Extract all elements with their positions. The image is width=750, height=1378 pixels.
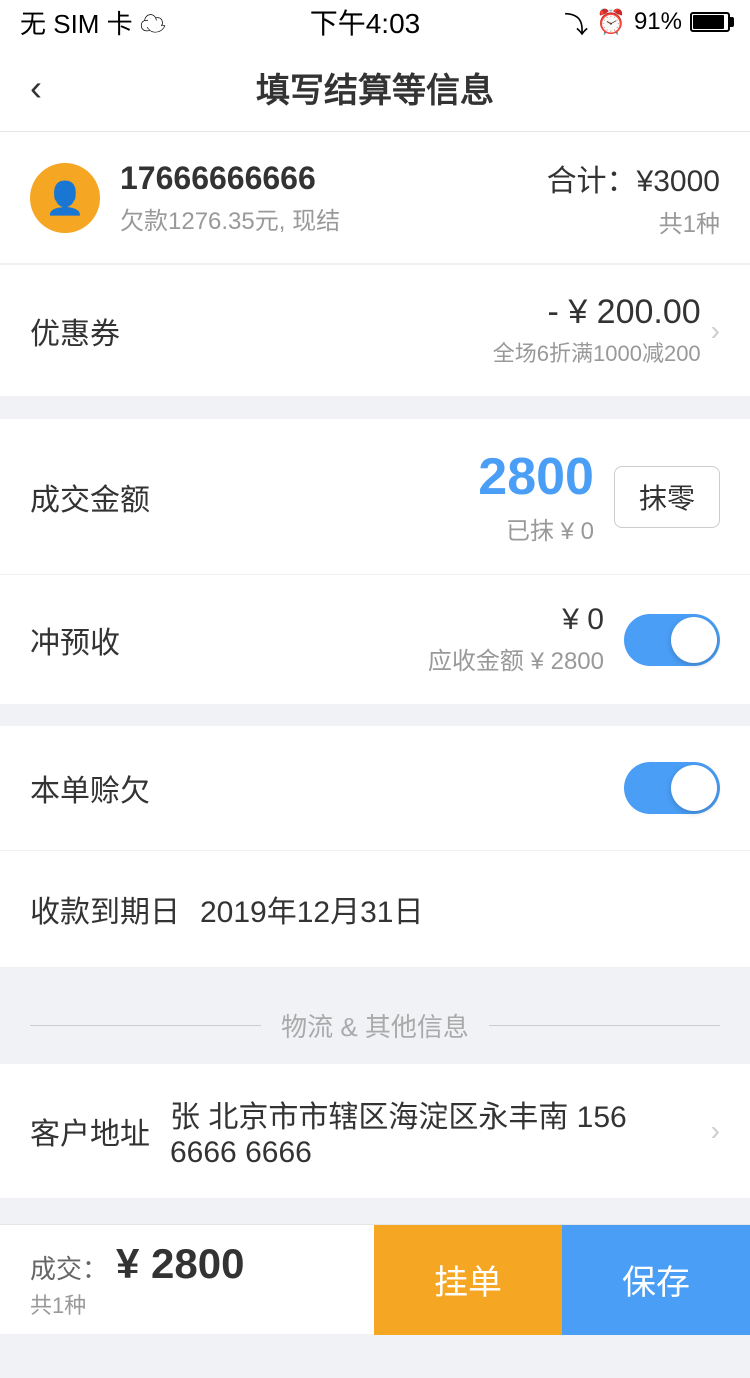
amount-sub: 已抹 ¥ 0 [478,511,594,546]
divider-line-left [30,1025,261,1026]
amount-right: 2800 已抹 ¥ 0 抹零 [478,447,720,546]
prepay-label: 冲预收 [30,618,120,662]
customer-count: 共1种 [547,204,720,239]
amount-label: 成交金额 [30,475,150,519]
avatar: 👤 [30,163,100,233]
prepay-right: ¥ 0 应收金额 ¥ 2800 [428,603,720,676]
customer-card: 👤 17666666666 欠款1276.35元, 现结 合计：¥3000 共1… [0,132,750,263]
coupon-row[interactable]: 优惠券 - ¥ 200.00 全场6折满1000减200 › [0,265,750,397]
customer-phone: 17666666666 [120,160,340,197]
section-separator-1 [0,399,750,419]
back-button[interactable]: ‹ [30,67,42,109]
due-date-label: 收款到期日 [30,887,180,931]
divider-text-wrap: 物流 & 其他信息 [0,987,750,1064]
credit-label: 本单赊欠 [30,766,150,810]
status-left: 无 SIM 卡 ☁ [20,4,166,41]
round-button[interactable]: 抹零 [614,466,720,528]
prepay-value: ¥ 0 [428,603,604,637]
location-icon: ⤵ [564,5,588,40]
footer-info: 成交： ¥ 2800 共1种 [0,1240,374,1320]
address-row[interactable]: 客户地址 张 北京市市辖区海淀区永丰南 156 6666 6666 › [0,1064,750,1198]
coupon-desc: 全场6折满1000减200 [493,336,701,368]
coupon-text: - ¥ 200.00 全场6折满1000减200 [493,293,701,368]
status-bar: 无 SIM 卡 ☁ 下午4:03 ⤵ ⏰ 91% [0,0,750,44]
due-date-value: 2019年12月31日 [200,887,423,931]
footer-count: 共1种 [30,1288,344,1320]
customer-debt: 欠款1276.35元, 现结 [120,201,340,236]
amount-value-wrap: 2800 已抹 ¥ 0 [478,447,594,546]
address-label: 客户地址 [30,1109,150,1153]
coupon-right: - ¥ 200.00 全场6折满1000减200 › [493,293,720,368]
credit-toggle-knob [671,765,717,811]
battery-percent: 91% [634,8,682,36]
address-value: 张 北京市市辖区海淀区永丰南 156 6666 6666 [170,1092,691,1170]
prepay-toggle-knob [671,617,717,663]
customer-left: 👤 17666666666 欠款1276.35元, 现结 [30,160,340,236]
footer-total-label: 成交： [30,1249,108,1286]
prepay-toggle[interactable] [624,614,720,666]
customer-right: 合计：¥3000 共1种 [547,156,720,239]
prepay-value-wrap: ¥ 0 应收金额 ¥ 2800 [428,603,604,676]
content-area: 👤 17666666666 欠款1276.35元, 现结 合计：¥3000 共1… [0,132,750,1378]
alarm-icon: ⏰ [596,8,626,37]
coupon-label: 优惠券 [30,309,120,353]
prepay-sub: 应收金额 ¥ 2800 [428,641,604,676]
page-title: 填写结算等信息 [256,63,494,112]
status-right: ⤵ ⏰ 91% [564,5,730,40]
battery-icon [690,12,730,32]
divider-line-right [489,1025,720,1026]
credit-toggle[interactable] [624,762,720,814]
address-arrow-icon: › [711,1115,720,1147]
section-separator-2 [0,706,750,726]
amount-section: 成交金额 2800 已抹 ¥ 0 抹零 冲预收 ¥ 0 应收金额 ¥ 2800 [0,419,750,704]
amount-row: 成交金额 2800 已抹 ¥ 0 抹零 [0,419,750,575]
avatar-icon: 👤 [45,179,85,217]
due-date-row: 收款到期日 2019年12月31日 [0,851,750,967]
coupon-discount: - ¥ 200.00 [493,293,701,332]
save-button[interactable]: 保存 [562,1225,750,1335]
status-time: 下午4:03 [310,2,421,42]
customer-info: 17666666666 欠款1276.35元, 现结 [120,160,340,236]
coupon-arrow-icon: › [711,315,720,347]
amount-value: 2800 [478,447,594,507]
prepay-row: 冲预收 ¥ 0 应收金额 ¥ 2800 [0,575,750,704]
credit-row: 本单赊欠 [0,726,750,850]
sim-label: 无 SIM 卡 ☁ [20,4,166,41]
footer: 成交： ¥ 2800 共1种 挂单 保存 [0,1224,750,1334]
nav-bar: ‹ 填写结算等信息 [0,44,750,132]
footer-amount: ¥ 2800 [116,1240,244,1288]
hang-button[interactable]: 挂单 [374,1225,562,1335]
customer-total: 合计：¥3000 [547,156,720,200]
divider-text: 物流 & 其他信息 [281,1007,469,1044]
section-separator-3 [0,967,750,987]
